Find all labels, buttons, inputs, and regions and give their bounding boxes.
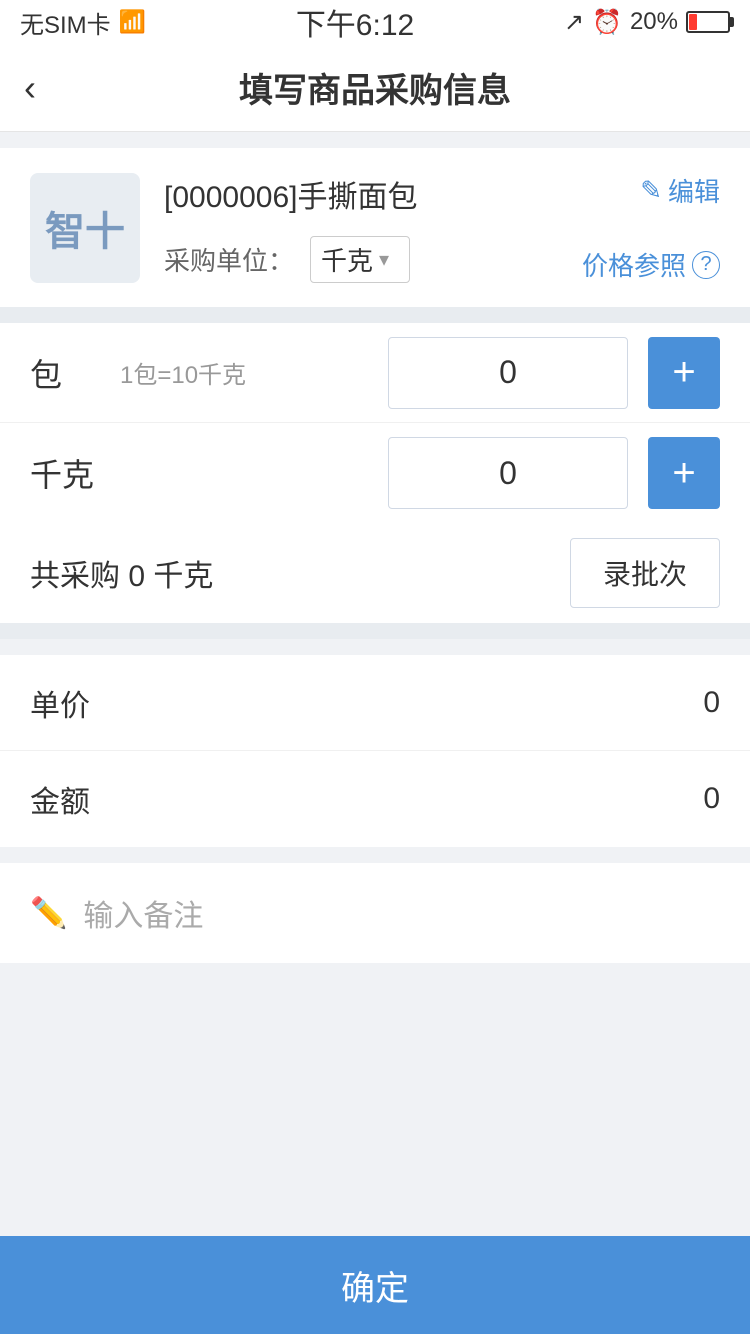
- edit-button[interactable]: ✎ 编辑: [640, 172, 720, 209]
- bag-plus-button[interactable]: +: [648, 337, 720, 409]
- product-name: [0000006]手撕面包: [164, 172, 720, 216]
- bag-input[interactable]: 0: [388, 337, 628, 409]
- section-divider-2: [0, 623, 750, 639]
- summary-unit: 千克: [153, 560, 213, 593]
- status-bar: 无SIM卡 📶 下午6:12 ↗ ⏰ 20%: [0, 0, 750, 44]
- price-reference-button[interactable]: 价格参照 ?: [582, 246, 720, 283]
- remarks-input[interactable]: 输入备注: [83, 891, 203, 935]
- summary-label: 共采购: [30, 560, 120, 593]
- kg-label: 千克: [30, 450, 110, 496]
- battery-icon: [686, 11, 730, 33]
- product-logo: 智十: [45, 199, 125, 257]
- amount-label: 金额: [30, 777, 90, 821]
- summary-text: 共采购 0 千克: [30, 551, 213, 595]
- help-icon: ?: [692, 251, 720, 279]
- status-right: ↗ ⏰ 20%: [564, 8, 730, 37]
- input-section: 包 1包=10千克 0 + 千克 0 +: [0, 323, 750, 523]
- remarks-section[interactable]: ✏️ 输入备注: [0, 863, 750, 963]
- battery-percent: 20%: [630, 8, 678, 36]
- location-icon: ↗: [564, 8, 584, 37]
- bag-sub-label: 1包=10千克: [120, 355, 246, 390]
- wifi-icon: 📶: [119, 9, 146, 35]
- pencil-icon: ✏️: [30, 896, 67, 931]
- time-label: 下午6:12: [296, 0, 414, 44]
- alarm-icon: ⏰: [592, 8, 622, 37]
- unit-select[interactable]: 千克 ▾: [310, 236, 410, 283]
- status-left: 无SIM卡 📶: [20, 5, 146, 40]
- kg-input[interactable]: 0: [388, 437, 628, 509]
- product-card: 智十 [0000006]手撕面包 采购单位： 千克 ▾ ✎ 编辑 价格参照 ?: [0, 148, 750, 307]
- edit-icon: ✎: [640, 175, 662, 206]
- batch-button[interactable]: 录批次: [570, 538, 720, 608]
- page-title: 填写商品采购信息: [239, 63, 511, 112]
- unit-price-label: 单价: [30, 681, 90, 725]
- unit-value: 千克: [321, 241, 373, 278]
- bag-label: 包: [30, 350, 110, 396]
- nav-bar: ‹ 填写商品采购信息: [0, 44, 750, 132]
- unit-price-value: 0: [703, 686, 720, 720]
- bag-input-wrap: 0 +: [246, 337, 720, 409]
- price-ref-label: 价格参照: [582, 246, 686, 283]
- carrier-label: 无SIM卡: [20, 5, 111, 40]
- bag-input-row: 包 1包=10千克 0 +: [0, 323, 750, 423]
- kg-plus-button[interactable]: +: [648, 437, 720, 509]
- summary-row: 共采购 0 千克 录批次: [0, 523, 750, 623]
- edit-label: 编辑: [668, 172, 720, 209]
- kg-input-row: 千克 0 +: [0, 423, 750, 523]
- summary-amount: 0: [128, 560, 145, 593]
- back-button[interactable]: ‹: [24, 67, 36, 109]
- section-divider-1: [0, 307, 750, 323]
- chevron-down-icon: ▾: [379, 247, 389, 272]
- price-section: 单价 0 金额 0: [0, 655, 750, 847]
- confirm-button[interactable]: 确定: [0, 1236, 750, 1334]
- product-image: 智十: [30, 173, 140, 283]
- amount-row: 金额 0: [0, 751, 750, 847]
- kg-input-wrap: 0 +: [110, 437, 720, 509]
- unit-price-row: 单价 0: [0, 655, 750, 751]
- amount-value: 0: [703, 782, 720, 816]
- unit-label: 采购单位：: [164, 241, 294, 278]
